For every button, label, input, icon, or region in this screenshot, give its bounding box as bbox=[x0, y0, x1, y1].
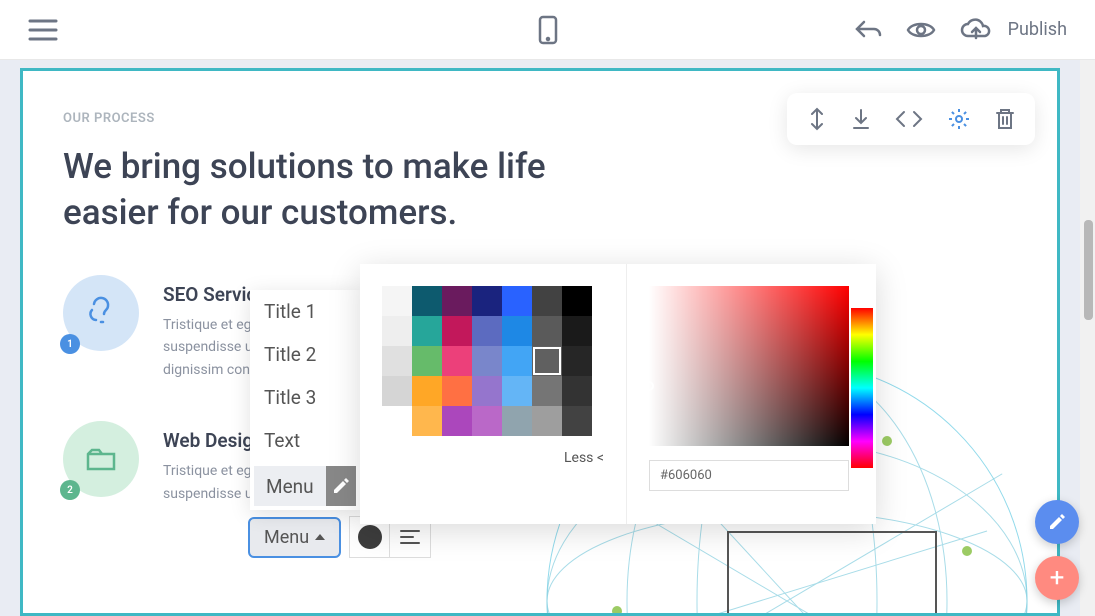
color-swatch[interactable] bbox=[532, 406, 562, 436]
section-toolbox bbox=[787, 93, 1035, 145]
color-picker-panel: Less < bbox=[360, 264, 876, 524]
publish-label[interactable]: Publish bbox=[1008, 19, 1067, 40]
color-swatch[interactable] bbox=[562, 376, 592, 406]
move-vertical-icon[interactable] bbox=[807, 107, 827, 131]
color-swatch[interactable] bbox=[472, 316, 502, 346]
dropdown-menu-label: Menu bbox=[254, 467, 326, 506]
text-style-dropdown: Title 1 Title 2 Title 3 Text Menu bbox=[250, 290, 360, 510]
dropdown-menu-row[interactable]: Menu bbox=[254, 466, 356, 506]
swatch-grid bbox=[382, 286, 604, 436]
color-swatch[interactable] bbox=[502, 286, 532, 316]
hero-inner-frame bbox=[727, 531, 937, 616]
pencil-icon[interactable] bbox=[326, 466, 356, 506]
gear-icon[interactable] bbox=[947, 107, 971, 131]
color-swatch[interactable] bbox=[532, 286, 562, 316]
color-swatch[interactable] bbox=[412, 376, 442, 406]
color-swatch[interactable] bbox=[412, 316, 442, 346]
download-icon[interactable] bbox=[851, 108, 871, 130]
hex-input[interactable] bbox=[649, 460, 849, 491]
hue-slider[interactable] bbox=[851, 308, 873, 468]
section-headline[interactable]: We bring solutions to make life easier f… bbox=[63, 144, 583, 235]
saturation-lightness-picker[interactable] bbox=[649, 286, 849, 446]
edit-fab[interactable] bbox=[1035, 500, 1079, 544]
color-swatch[interactable] bbox=[472, 346, 502, 376]
top-toolbar: Publish bbox=[0, 0, 1095, 60]
color-swatch[interactable] bbox=[502, 346, 532, 376]
color-swatch[interactable] bbox=[502, 316, 532, 346]
color-swatch[interactable] bbox=[532, 346, 562, 376]
color-swatch[interactable] bbox=[562, 406, 592, 436]
current-color-swatch bbox=[358, 525, 382, 549]
undo-icon[interactable] bbox=[854, 18, 882, 42]
color-swatch[interactable] bbox=[412, 406, 442, 436]
scrollbar-thumb[interactable] bbox=[1084, 220, 1093, 320]
code-icon[interactable] bbox=[895, 109, 923, 129]
color-swatch[interactable] bbox=[442, 406, 472, 436]
hamburger-icon[interactable] bbox=[28, 18, 58, 42]
color-swatch[interactable] bbox=[472, 406, 502, 436]
color-swatch[interactable] bbox=[382, 316, 412, 346]
dropdown-item-title3[interactable]: Title 3 bbox=[250, 376, 360, 419]
color-swatch[interactable] bbox=[442, 286, 472, 316]
color-swatch[interactable] bbox=[472, 286, 502, 316]
color-swatch[interactable] bbox=[382, 286, 412, 316]
sl-cursor[interactable] bbox=[644, 381, 654, 391]
caret-up-icon bbox=[315, 534, 325, 540]
less-toggle[interactable]: Less < bbox=[382, 450, 604, 466]
color-swatch[interactable] bbox=[562, 316, 592, 346]
mobile-preview-icon[interactable] bbox=[538, 15, 558, 45]
cloud-publish-icon[interactable] bbox=[960, 18, 992, 42]
dropdown-item-title1[interactable]: Title 1 bbox=[250, 290, 360, 333]
color-swatch[interactable] bbox=[442, 376, 472, 406]
preview-eye-icon[interactable] bbox=[906, 19, 936, 41]
feature-badge: 1 bbox=[60, 334, 80, 354]
feature-icon: 1 bbox=[63, 275, 139, 351]
color-swatch[interactable] bbox=[502, 406, 532, 436]
vertical-scrollbar[interactable] bbox=[1080, 60, 1095, 616]
color-swatch[interactable] bbox=[412, 286, 442, 316]
style-menu-label: Menu bbox=[264, 527, 309, 548]
color-swatch[interactable] bbox=[382, 406, 412, 436]
color-swatch[interactable] bbox=[412, 346, 442, 376]
dropdown-item-text[interactable]: Text bbox=[250, 419, 360, 462]
add-fab[interactable]: + bbox=[1035, 556, 1079, 600]
feature-icon: 2 bbox=[63, 421, 139, 497]
color-swatch[interactable] bbox=[532, 376, 562, 406]
color-swatch[interactable] bbox=[472, 376, 502, 406]
color-swatch[interactable] bbox=[532, 316, 562, 346]
color-swatch[interactable] bbox=[442, 316, 472, 346]
color-swatch[interactable] bbox=[562, 346, 592, 376]
color-swatch[interactable] bbox=[442, 346, 472, 376]
color-swatch[interactable] bbox=[382, 376, 412, 406]
trash-icon[interactable] bbox=[995, 107, 1015, 131]
color-swatch[interactable] bbox=[382, 346, 412, 376]
color-swatch[interactable] bbox=[562, 286, 592, 316]
color-swatch[interactable] bbox=[502, 376, 532, 406]
style-menu-button[interactable]: Menu bbox=[248, 517, 341, 558]
feature-badge: 2 bbox=[60, 480, 80, 500]
dropdown-item-title2[interactable]: Title 2 bbox=[250, 333, 360, 376]
